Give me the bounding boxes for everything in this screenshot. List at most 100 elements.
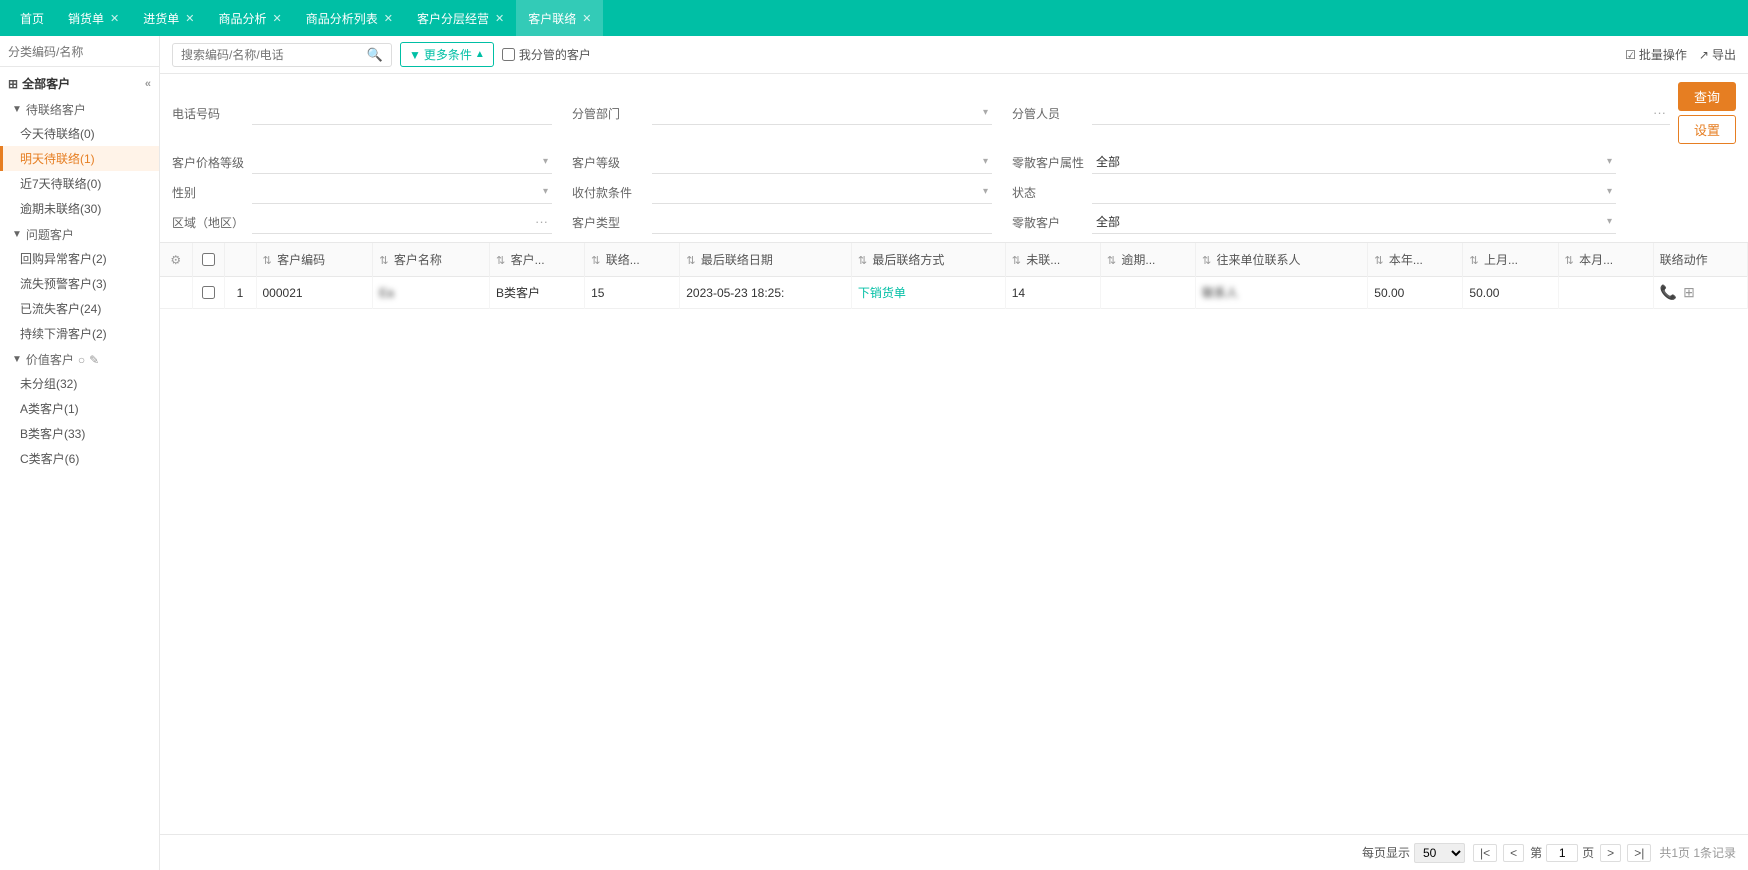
close-icon[interactable]: ✕ <box>384 12 393 25</box>
group-problem-customers[interactable]: ▼ 问题客户 <box>0 221 159 246</box>
sidebar-item-repurchase[interactable]: 回购异常客户(2) <box>0 246 159 271</box>
nav-sales[interactable]: 销货单 ✕ <box>56 0 131 36</box>
gender-select[interactable]: ▾ <box>252 180 552 204</box>
table-row: 1 000021 Ea B类客户 15 2023-05-23 18:25: 下销… <box>160 277 1748 309</box>
next-page-button[interactable]: > <box>1600 844 1621 862</box>
all-customers-header[interactable]: ⊞ 全部客户 « <box>0 67 159 96</box>
chevron-down-icon: ▾ <box>1607 156 1612 167</box>
row-code-cell: 000021 <box>256 277 373 309</box>
filter-customer-level: 客户等级 ▾ <box>572 150 992 174</box>
sidebar-item-7days[interactable]: 近7天待联络(0) <box>0 171 159 196</box>
area-select[interactable]: ··· <box>252 210 552 234</box>
col-type[interactable]: ⇅ 客户... <box>490 243 585 277</box>
footer-page-input: 第 页 <box>1530 844 1594 862</box>
page-number-input[interactable] <box>1546 844 1578 862</box>
group-value-customers[interactable]: ▼ 价值客户 ○ ✎ <box>0 346 159 371</box>
col-not-contacted[interactable]: ⇅ 未联... <box>1005 243 1100 277</box>
search-icon[interactable]: 🔍 <box>367 47 383 63</box>
status-select[interactable]: ▾ <box>1092 180 1616 204</box>
sidebar-item-declining[interactable]: 持续下滑客户(2) <box>0 321 159 346</box>
phone-action-icon[interactable]: 📞 <box>1660 284 1677 301</box>
col-last-month[interactable]: ⇅ 上月... <box>1463 243 1558 277</box>
edit-group-icon[interactable]: ✎ <box>89 353 99 367</box>
chevron-down-icon: ▾ <box>983 107 988 118</box>
sidebar-item-type-b[interactable]: B类客户(33) <box>0 421 159 446</box>
grid-action-icon[interactable]: ⊞ <box>1683 284 1695 301</box>
col-code[interactable]: ⇅ 客户编码 <box>256 243 373 277</box>
group-pending-contact[interactable]: ▼ 待联络客户 <box>0 96 159 121</box>
my-customer-checkbox-wrap[interactable]: 我分管的客户 <box>502 46 591 63</box>
row-contacts-cell: 15 <box>585 277 680 309</box>
first-page-button[interactable]: |< <box>1473 844 1497 862</box>
more-filter-button[interactable]: ▼ 更多条件 ▲ <box>400 42 494 67</box>
close-icon[interactable]: ✕ <box>582 12 591 25</box>
main-search-input[interactable] <box>181 48 367 62</box>
query-button[interactable]: 查询 <box>1678 82 1736 111</box>
collapse-icon[interactable]: « <box>145 78 151 90</box>
close-icon[interactable]: ✕ <box>495 12 504 25</box>
sidebar-item-churn-warning[interactable]: 流失预警客户(3) <box>0 271 159 296</box>
manager-select[interactable]: ··· <box>1092 101 1670 125</box>
nav-home[interactable]: 首页 <box>8 0 56 36</box>
sidebar-item-type-a[interactable]: A类客户(1) <box>0 396 159 421</box>
row-checkbox-cell[interactable] <box>192 277 224 309</box>
search-input-wrap: 🔍 <box>172 43 392 67</box>
add-group-icon[interactable]: ○ <box>78 353 85 367</box>
filter-area: 区域（地区） ··· <box>172 210 552 234</box>
filter-icon: ▼ <box>409 48 421 62</box>
close-icon[interactable]: ✕ <box>185 12 194 25</box>
nav-goods-list[interactable]: 商品分析列表 ✕ <box>294 0 405 36</box>
col-name[interactable]: ⇅ 客户名称 <box>373 243 490 277</box>
nav-goods-analysis[interactable]: 商品分析 ✕ <box>206 0 293 36</box>
batch-button[interactable]: ☑ 批量操作 <box>1625 46 1687 63</box>
retail-customer-select[interactable]: 全部 ▾ <box>1092 210 1616 234</box>
sort-icon: ⇅ <box>263 255 272 267</box>
dept-select[interactable]: ▾ <box>652 101 992 125</box>
sidebar-search-input[interactable] <box>8 45 160 59</box>
grid-icon: ⊞ <box>8 77 18 91</box>
col-contacts[interactable]: ⇅ 联络... <box>585 243 680 277</box>
last-page-button[interactable]: >| <box>1627 844 1651 862</box>
nav-customer-contact[interactable]: 客户联络 ✕ <box>516 0 603 36</box>
close-icon[interactable]: ✕ <box>273 12 282 25</box>
col-last-date[interactable]: ⇅ 最后联络日期 <box>680 243 852 277</box>
sidebar-item-ungrouped[interactable]: 未分组(32) <box>0 371 159 396</box>
top-nav: 首页 销货单 ✕ 进货单 ✕ 商品分析 ✕ 商品分析列表 ✕ 客户分层经营 ✕ … <box>0 0 1748 36</box>
triangle-icon: ▼ <box>12 229 22 240</box>
col-settings[interactable]: ⚙ <box>160 243 192 277</box>
nav-purchase[interactable]: 进货单 ✕ <box>131 0 206 36</box>
sidebar-item-type-c[interactable]: C类客户(6) <box>0 446 159 471</box>
row-last-method-cell[interactable]: 下销货单 <box>851 277 1005 309</box>
col-this-month[interactable]: ⇅ 本月... <box>1558 243 1653 277</box>
my-customer-checkbox[interactable] <box>502 48 515 61</box>
footer-page-size: 每页显示 50 100 200 <box>1362 843 1465 863</box>
col-overdue[interactable]: ⇅ 逾期... <box>1100 243 1195 277</box>
footer-nav: |< < 第 页 > >| <box>1473 844 1651 862</box>
set-button[interactable]: 设置 <box>1678 115 1736 144</box>
sidebar-item-overdue[interactable]: 逾期未联络(30) <box>0 196 159 221</box>
nav-customer-tier[interactable]: 客户分层经营 ✕ <box>405 0 516 36</box>
chevron-down-icon: ▾ <box>1607 186 1612 197</box>
col-last-method[interactable]: ⇅ 最后联络方式 <box>851 243 1005 277</box>
price-level-select[interactable]: ▾ <box>252 150 552 174</box>
prev-page-button[interactable]: < <box>1503 844 1524 862</box>
settings-icon[interactable]: ⚙ <box>170 253 181 267</box>
col-this-year[interactable]: ⇅ 本年... <box>1368 243 1463 277</box>
select-all-checkbox[interactable] <box>202 253 215 266</box>
close-icon[interactable]: ✕ <box>110 12 119 25</box>
row-checkbox[interactable] <box>202 286 215 299</box>
phone-input[interactable] <box>252 101 552 125</box>
customer-level-select[interactable]: ▾ <box>652 150 992 174</box>
col-company-contact[interactable]: ⇅ 往来单位联系人 <box>1195 243 1367 277</box>
retail-attr-select[interactable]: 全部 ▾ <box>1092 150 1616 174</box>
sidebar-item-churned[interactable]: 已流失客户(24) <box>0 296 159 321</box>
last-method-link[interactable]: 下销货单 <box>858 286 906 300</box>
sidebar-item-tomorrow[interactable]: 明天待联络(1) <box>0 146 159 171</box>
col-checkbox[interactable] <box>192 243 224 277</box>
customer-type-select[interactable] <box>652 210 992 234</box>
payment-select[interactable]: ▾ <box>652 180 992 204</box>
sidebar-item-today[interactable]: 今天待联络(0) <box>0 121 159 146</box>
export-button[interactable]: ↗ 导出 <box>1699 46 1736 63</box>
per-page-select[interactable]: 50 100 200 <box>1414 843 1465 863</box>
row-not-contacted-cell: 14 <box>1005 277 1100 309</box>
